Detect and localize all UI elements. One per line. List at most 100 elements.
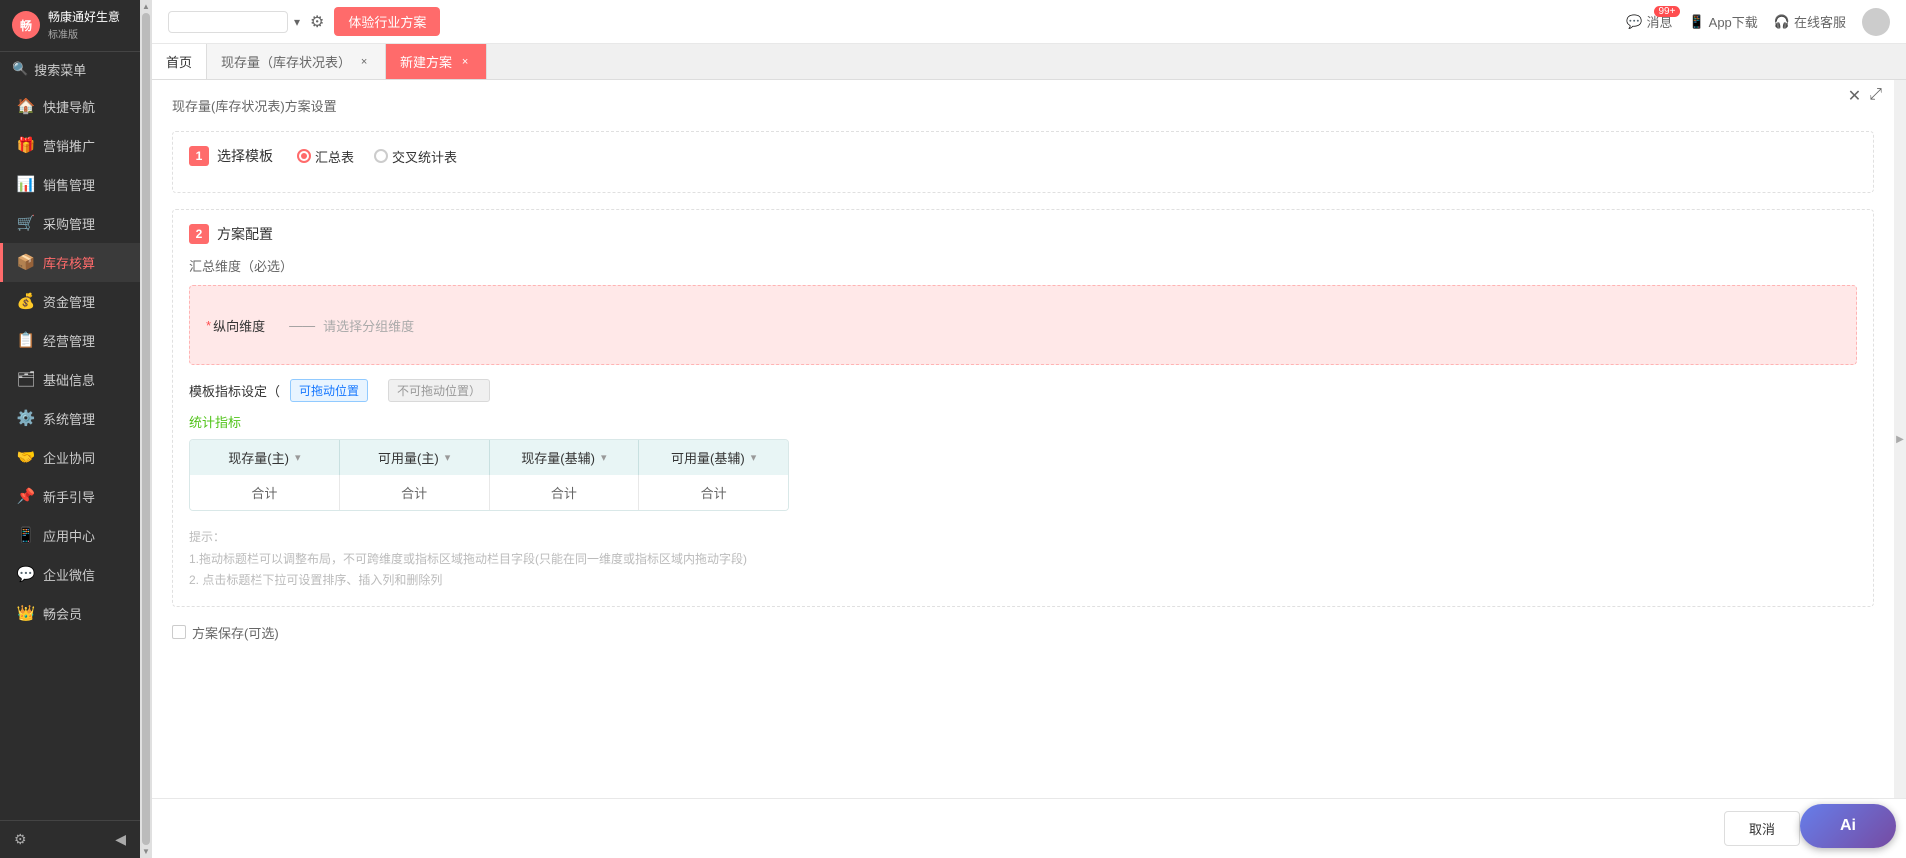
sidebar-item-inventory[interactable]: 📦 库存核算 [0,243,140,282]
tip-2: 2. 点击标题栏下拉可设置排序、插入列和删除列 [189,570,1857,592]
footer-bar: 取消 查询 [152,798,1906,858]
page-title: 现存量(库存状况表)方案设置 [172,96,1874,115]
save-checkbox[interactable] [172,625,186,639]
draggable-tag: 可拖动位置 [290,379,368,402]
tab-home[interactable]: 首页 [152,44,207,79]
col2-label: 现存量(基辅) [521,448,595,467]
section1-header: 1 选择模板 汇总表 交叉统计表 [189,146,1857,166]
dimension-placeholder[interactable]: 请选择分组维度 [323,316,414,335]
tip-1: 1.拖动标题栏可以调整布局，不可跨维度或指标区域拖动栏目字段(只能在同一维度或指… [189,549,1857,571]
sidebar-item-wechat[interactable]: 💬 企业微信 [0,555,140,594]
stats-cell-1: 合计 [340,475,490,510]
tab-inventory-label: 现存量（库存状况表） [221,52,351,71]
tabs-bar: 首页 现存量（库存状况表） × 新建方案 × [152,44,1906,80]
handshake-icon: 🤝 [17,448,35,466]
right-collapse-handle[interactable]: ▶ [1894,80,1906,798]
app-label: App下载 [1709,12,1758,31]
stats-col-2[interactable]: 现存量(基辅) ▾ [490,440,640,475]
money-icon: 💰 [17,292,35,310]
tab-new-plan[interactable]: 新建方案 × [386,44,487,79]
clipboard-icon: 📋 [17,331,35,349]
scroll-up-btn[interactable]: ▲ [142,2,150,11]
expand-window-icon[interactable]: ⤢ [1869,86,1882,106]
stats-cell-2: 合计 [490,475,640,510]
tips-block: 提示： 1.拖动标题栏可以调整布局，不可跨维度或指标区域拖动栏目字段(只能在同一… [189,527,1857,592]
topbar-left: ▾ ⚙ 体验行业方案 [168,7,440,36]
content-area: ✕ ⤢ 现存量(库存状况表)方案设置 1 选择模板 汇总表 [152,80,1906,798]
stats-col-1[interactable]: 可用量(主) ▾ [340,440,490,475]
gift-icon: 🎁 [17,136,35,154]
radio-summary-circle [297,149,311,163]
sidebar: 畅 畅康通好生意 标准版 🔍 搜索菜单 🏠 快捷导航 🎁 营销推广 📊 销售管理… [0,0,140,858]
dimension-field-label: 纵向维度 [213,316,265,335]
sidebar-item-sales[interactable]: 📊 销售管理 [0,165,140,204]
settings-icon[interactable]: ⚙ [14,831,27,848]
home-icon: 🏠 [17,97,35,115]
folder-icon: 🗂 [17,370,35,388]
sidebar-label: 应用中心 [43,526,95,545]
close-window-icon[interactable]: ✕ [1848,86,1861,106]
sidebar-item-apps[interactable]: 📱 应用中心 [0,516,140,555]
tab-inventory-status[interactable]: 现存量（库存状况表） × [207,44,386,79]
non-draggable-tag: 不可拖动位置） [388,379,490,402]
sidebar-item-finance[interactable]: 💰 资金管理 [0,282,140,321]
stats-col-3[interactable]: 可用量(基辅) ▾ [639,440,788,475]
section-config: 2 方案配置 汇总维度（必选） * 纵向维度 —— 请选择分组维度 模板指标设定… [172,209,1874,607]
save-checkbox-row: 方案保存(可选) [172,623,1874,642]
sidebar-item-basic[interactable]: 🗂 基础信息 [0,360,140,399]
app-name: 畅康通好生意 [48,10,120,26]
sidebar-item-operation[interactable]: 📋 经营管理 [0,321,140,360]
topbar-right: 💬 消息 99+ 📱 App下载 🎧 在线客服 [1626,8,1890,36]
sidebar-item-system[interactable]: ⚙️ 系统管理 [0,399,140,438]
stats-section-title: 统计指标 [189,412,1857,431]
sidebar-item-enterprise[interactable]: 🤝 企业协同 [0,438,140,477]
topbar: ▾ ⚙ 体验行业方案 💬 消息 99+ 📱 App下载 🎧 在线客服 [152,0,1906,44]
stats-cell-3: 合计 [639,475,788,510]
stats-col-0[interactable]: 现存量(主) ▾ [190,440,340,475]
radio-summary[interactable]: 汇总表 [297,147,354,166]
sidebar-item-marketing[interactable]: 🎁 营销推广 [0,126,140,165]
collapse-icon[interactable]: ◀ [115,831,126,848]
window-controls: ✕ ⤢ [1848,86,1882,106]
sidebar-label: 系统管理 [43,409,95,428]
topbar-gear-icon[interactable]: ⚙ [310,12,324,32]
topbar-search-input[interactable] [168,11,288,33]
sidebar-item-newbie[interactable]: 📌 新手引导 [0,477,140,516]
sidebar-item-member[interactable]: 👑 畅会员 [0,594,140,633]
stats-table-header: 现存量(主) ▾ 可用量(主) ▾ 现存量(基辅) ▾ 可用量(基辅) [190,440,788,475]
section2-title: 方案配置 [217,224,273,244]
required-mark: * [206,318,211,333]
topbar-dropdown-btn[interactable]: ▾ [294,15,300,29]
content-main: 现存量(库存状况表)方案设置 1 选择模板 汇总表 [152,80,1894,798]
trial-button[interactable]: 体验行业方案 [334,7,440,36]
cancel-button[interactable]: 取消 [1724,811,1800,846]
app-edition: 标准版 [48,26,120,41]
message-button[interactable]: 💬 消息 99+ [1626,12,1672,31]
section2-number: 2 [189,224,209,244]
sidebar-item-purchase[interactable]: 🛒 采购管理 [0,204,140,243]
sidebar-label: 营销推广 [43,136,95,155]
sidebar-label: 快捷导航 [43,97,95,116]
sidebar-item-shortcut[interactable]: 🏠 快捷导航 [0,87,140,126]
scroll-down-btn[interactable]: ▼ [142,847,150,856]
sidebar-label: 企业协同 [43,448,95,467]
ai-float-label: Ai [1840,817,1856,835]
user-avatar[interactable] [1862,8,1890,36]
online-service-button[interactable]: 🎧 在线客服 [1774,12,1846,31]
app-download-button[interactable]: 📱 App下载 [1688,12,1757,31]
search-icon: 🔍 [12,61,28,77]
sidebar-label: 畅会员 [43,604,82,623]
stats-table-body: 合计 合计 合计 合计 [190,475,788,510]
tab-new-plan-close[interactable]: × [458,55,472,69]
col3-label: 可用量(基辅) [671,448,745,467]
sidebar-scrollbar[interactable]: ▲ ▼ [140,0,152,858]
radio-cross[interactable]: 交叉统计表 [374,147,457,166]
tab-inventory-close[interactable]: × [357,55,371,69]
search-label: 搜索菜单 [34,60,86,79]
sidebar-logo: 畅 畅康通好生意 标准版 [0,0,140,52]
message-badge: 99+ [1654,6,1681,17]
save-checkbox-label: 方案保存(可选) [192,623,279,642]
sidebar-search[interactable]: 🔍 搜索菜单 [0,52,140,87]
ai-float-button[interactable]: Ai [1800,804,1896,848]
logo-text-block: 畅康通好生意 标准版 [48,10,120,41]
